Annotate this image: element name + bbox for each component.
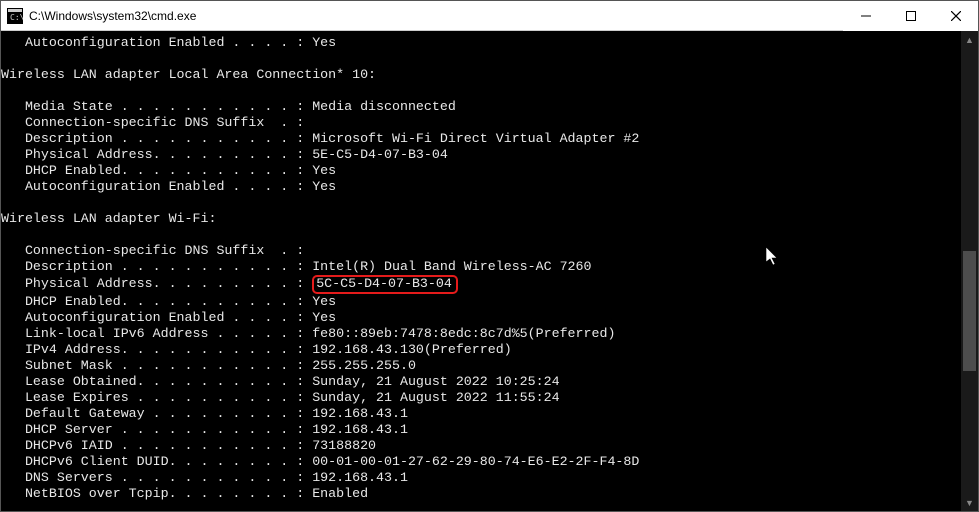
field-value: Sunday, 21 August 2022 10:25:24 [312, 374, 559, 389]
field-label: Physical Address. . . . . . . . . : [1, 276, 312, 291]
output-line: Connection-specific DNS Suffix . : [1, 115, 304, 130]
field-value: 192.168.43.1 [312, 406, 408, 421]
field-label: DHCP Enabled. . . . . . . . . . . : [1, 163, 312, 178]
output-line: Connection-specific DNS Suffix . : [1, 243, 304, 258]
field-value: 192.168.43.1 [312, 470, 408, 485]
cmd-icon: C:\ [7, 8, 23, 24]
field-label: Description . . . . . . . . . . . : [1, 259, 312, 274]
field-label: DHCP Enabled. . . . . . . . . . . : [1, 294, 312, 309]
output-line: NetBIOS over Tcpip. . . . . . . . : Enab… [1, 486, 368, 501]
field-label: NetBIOS over Tcpip. . . . . . . . : [1, 486, 312, 501]
field-value: Media disconnected [312, 99, 456, 114]
field-label: Physical Address. . . . . . . . . : [1, 147, 312, 162]
close-button[interactable] [933, 1, 978, 31]
field-value: fe80::89eb:7478:8edc:8c7d%5(Preferred) [312, 326, 615, 341]
scrollbar-down-arrow-icon[interactable]: ▼ [961, 494, 978, 511]
field-label: Default Gateway . . . . . . . . . : [1, 406, 312, 421]
output-line: DHCPv6 Client DUID. . . . . . . . : 00-0… [1, 454, 639, 469]
output-line: Autoconfiguration Enabled . . . . : Yes [1, 310, 336, 325]
highlighted-mac-address: 5C-C5-D4-07-B3-04 [312, 275, 458, 294]
adapter-header: Wireless LAN adapter Local Area Connecti… [1, 67, 376, 82]
output-line: Media State . . . . . . . . . . . : Medi… [1, 99, 456, 114]
field-value: Yes [312, 179, 336, 194]
maximize-button[interactable] [888, 1, 933, 31]
titlebar[interactable]: C:\ C:\Windows\system32\cmd.exe [1, 1, 978, 31]
field-label: DHCPv6 Client DUID. . . . . . . . : [1, 454, 312, 469]
field-label: DNS Servers . . . . . . . . . . . : [1, 470, 312, 485]
output-line: Default Gateway . . . . . . . . . : 192.… [1, 406, 408, 421]
svg-text:C:\: C:\ [10, 13, 23, 22]
terminal-area: Autoconfiguration Enabled . . . . : Yes … [1, 31, 978, 511]
field-value: Yes [312, 163, 336, 178]
window-title: C:\Windows\system32\cmd.exe [29, 9, 196, 23]
field-label: Media State . . . . . . . . . . . : [1, 99, 312, 114]
field-label: Description . . . . . . . . . . . : [1, 131, 312, 146]
output-line: DHCP Server . . . . . . . . . . . : 192.… [1, 422, 408, 437]
output-line: Description . . . . . . . . . . . : Micr… [1, 131, 639, 146]
field-value: 255.255.255.0 [312, 358, 416, 373]
output-line: DHCP Enabled. . . . . . . . . . . : Yes [1, 163, 336, 178]
terminal-output[interactable]: Autoconfiguration Enabled . . . . : Yes … [1, 31, 961, 511]
output-line: Physical Address. . . . . . . . . : 5E-C… [1, 147, 448, 162]
output-line: Autoconfiguration Enabled . . . . : Yes [1, 179, 336, 194]
field-label: Link-local IPv6 Address . . . . . : [1, 326, 312, 341]
output-line: DHCPv6 IAID . . . . . . . . . . . : 7318… [1, 438, 376, 453]
field-label: DHCPv6 IAID . . . . . . . . . . . : [1, 438, 312, 453]
cmd-window: C:\ C:\Windows\system32\cmd.exe Autoconf… [0, 0, 979, 512]
field-value: 5E-C5-D4-07-B3-04 [312, 147, 448, 162]
field-label: DHCP Server . . . . . . . . . . . : [1, 422, 312, 437]
field-value: Microsoft Wi-Fi Direct Virtual Adapter #… [312, 131, 639, 146]
output-line: DNS Servers . . . . . . . . . . . : 192.… [1, 470, 408, 485]
vertical-scrollbar[interactable]: ▲ ▼ [961, 31, 978, 511]
scrollbar-thumb[interactable] [963, 251, 976, 371]
minimize-button[interactable] [843, 1, 888, 31]
adapter-header: Wireless LAN adapter Wi-Fi: [1, 211, 216, 226]
output-line: Physical Address. . . . . . . . . : 5C-C… [1, 276, 458, 291]
field-value: Sunday, 21 August 2022 11:55:24 [312, 390, 559, 405]
field-label: Autoconfiguration Enabled . . . . : [1, 179, 312, 194]
field-value: 192.168.43.130(Preferred) [312, 342, 512, 357]
field-value: Yes [312, 35, 336, 50]
output-line: IPv4 Address. . . . . . . . . . . : 192.… [1, 342, 512, 357]
output-line: Description . . . . . . . . . . . : Inte… [1, 259, 591, 274]
field-value: 192.168.43.1 [312, 422, 408, 437]
field-value: 73188820 [312, 438, 376, 453]
field-value: Intel(R) Dual Band Wireless-AC 7260 [312, 259, 591, 274]
field-value: 00-01-00-01-27-62-29-80-74-E6-E2-2F-F4-8… [312, 454, 639, 469]
field-value: Yes [312, 310, 336, 325]
output-line: Subnet Mask . . . . . . . . . . . : 255.… [1, 358, 416, 373]
field-label: Subnet Mask . . . . . . . . . . . : [1, 358, 312, 373]
field-value: Yes [312, 294, 336, 309]
output-line: Link-local IPv6 Address . . . . . : fe80… [1, 326, 615, 341]
field-label: Lease Expires . . . . . . . . . . : [1, 390, 312, 405]
output-line: Lease Expires . . . . . . . . . . : Sund… [1, 390, 560, 405]
output-line: Autoconfiguration Enabled . . . . : Yes [1, 35, 336, 50]
scrollbar-up-arrow-icon[interactable]: ▲ [961, 31, 978, 48]
output-line: DHCP Enabled. . . . . . . . . . . : Yes [1, 294, 336, 309]
field-label: IPv4 Address. . . . . . . . . . . : [1, 342, 312, 357]
field-label: Autoconfiguration Enabled . . . . : [1, 35, 312, 50]
field-value: Enabled [312, 486, 368, 501]
field-label: Lease Obtained. . . . . . . . . . : [1, 374, 312, 389]
output-line: Lease Obtained. . . . . . . . . . : Sund… [1, 374, 560, 389]
field-label: Autoconfiguration Enabled . . . . : [1, 310, 312, 325]
